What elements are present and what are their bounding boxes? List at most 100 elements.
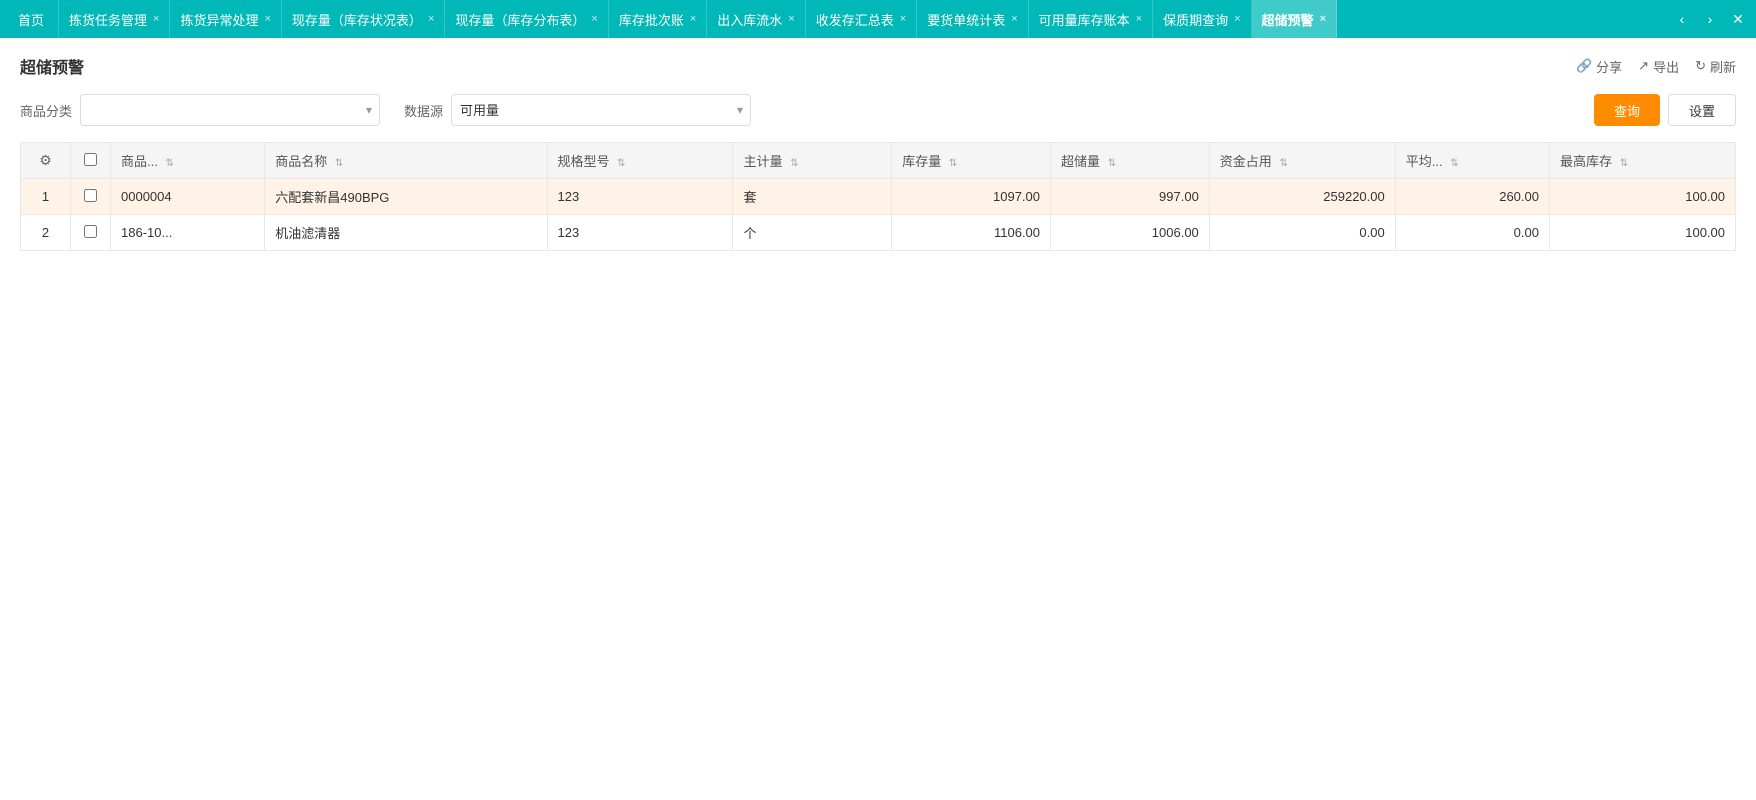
navbar: 首页 拣货任务管理 × 拣货异常处理 × 现存量（库存状况表） × 现存量（库存… [0,0,1756,38]
cell-avg: 0.00 [1395,215,1549,251]
th-capital[interactable]: 资金占用 ⇅ [1209,143,1395,179]
export-icon: ↗ [1638,58,1649,74]
close-icon[interactable]: × [428,13,434,25]
gear-icon[interactable]: ⚙ [39,152,52,168]
cell-unit: 个 [733,215,892,251]
close-icon[interactable]: × [153,13,159,25]
th-checkbox [71,143,111,179]
th-product-code[interactable]: 商品... ⇅ [111,143,265,179]
th-gear[interactable]: ⚙ [21,143,71,179]
sort-icon: ⇅ [1279,158,1287,169]
close-icon[interactable]: × [1011,13,1017,25]
sort-icon: ⇅ [1450,158,1458,169]
nav-arrows: ‹ › ✕ [1668,0,1752,38]
cell-overstock: 997.00 [1051,179,1210,215]
close-icon[interactable]: × [1136,13,1142,25]
datasource-select-wrapper: 可用量 库存量 ▾ [451,94,751,126]
th-stock[interactable]: 库存量 ⇅ [892,143,1051,179]
cell-unit: 套 [733,179,892,215]
nav-tab-kylkzb[interactable]: 可用量库存账本 × [1029,0,1153,38]
datasource-select[interactable]: 可用量 库存量 [451,94,751,126]
sort-icon: ⇅ [165,158,173,169]
share-icon: 🔗 [1576,58,1592,74]
cell-max-stock: 100.00 [1549,215,1735,251]
close-icon[interactable]: × [1234,13,1240,25]
filter-actions: 查询 设置 [1594,94,1736,126]
cell-product-name: 机油滤清器 [265,215,547,251]
close-icon[interactable]: × [900,13,906,25]
settings-button[interactable]: 设置 [1668,94,1736,126]
th-product-name[interactable]: 商品名称 ⇅ [265,143,547,179]
page-title: 超储预警 [20,54,84,78]
th-max-stock[interactable]: 最高库存 ⇅ [1549,143,1735,179]
nav-tab-kclp[interactable]: 库存批次账 × [609,0,707,38]
page-title-bar: 超储预警 🔗 分享 ↗ 导出 ↻ 刷新 [20,54,1736,78]
th-unit[interactable]: 主计量 ⇅ [733,143,892,179]
nav-tab-ccyj[interactable]: 超储预警 × [1252,0,1337,38]
th-overstock[interactable]: 超储量 ⇅ [1051,143,1210,179]
title-actions: 🔗 分享 ↗ 导出 ↻ 刷新 [1576,57,1736,76]
category-select[interactable] [80,94,380,126]
sort-icon: ⇅ [335,158,343,169]
sort-icon: ⇅ [949,158,957,169]
share-button[interactable]: 🔗 分享 [1576,57,1622,76]
nav-tab-crlls[interactable]: 出入库流水 × [707,0,805,38]
row-checkbox[interactable] [84,225,97,238]
table-header-row: ⚙ 商品... ⇅ 商品名称 ⇅ 规格型号 ⇅ 主计量 [21,143,1736,179]
sort-icon: ⇅ [1108,158,1116,169]
sort-icon: ⇅ [617,158,625,169]
th-spec[interactable]: 规格型号 ⇅ [547,143,733,179]
cell-max-stock: 100.00 [1549,179,1735,215]
close-icon[interactable]: × [788,13,794,25]
datasource-label: 数据源 [404,101,443,120]
cell-product-name: 六配套新昌490BPG [265,179,547,215]
close-icon[interactable]: × [264,13,270,25]
page-content: 超储预警 🔗 分享 ↗ 导出 ↻ 刷新 商品分类 ▾ [0,38,1756,800]
row-index: 2 [21,215,71,251]
cell-product-code: 0000004 [111,179,265,215]
filter-datasource: 数据源 可用量 库存量 ▾ [404,94,751,126]
cell-overstock: 1006.00 [1051,215,1210,251]
nav-tab-sfahz[interactable]: 收发存汇总表 × [806,0,917,38]
refresh-button[interactable]: ↻ 刷新 [1695,57,1736,76]
close-icon[interactable]: × [591,13,597,25]
cell-product-code: 186-10... [111,215,265,251]
category-label: 商品分类 [20,101,72,120]
nav-next-button[interactable]: › [1696,0,1724,38]
row-checkbox[interactable] [84,189,97,202]
cell-stock: 1097.00 [892,179,1051,215]
close-icon[interactable]: × [690,13,696,25]
export-button[interactable]: ↗ 导出 [1638,57,1679,76]
nav-more-button[interactable]: ✕ [1724,0,1752,38]
refresh-icon: ↻ [1695,58,1706,74]
th-avg[interactable]: 平均... ⇅ [1395,143,1549,179]
nav-prev-button[interactable]: ‹ [1668,0,1696,38]
nav-tab-xckbf[interactable]: 现存量（库存分布表） × [445,0,608,38]
nav-tab-yhdjt[interactable]: 要货单统计表 × [917,0,1028,38]
cell-capital: 259220.00 [1209,179,1395,215]
row-checkbox-cell[interactable] [71,215,111,251]
category-select-wrapper: ▾ [80,94,380,126]
cell-capital: 0.00 [1209,215,1395,251]
cell-stock: 1106.00 [892,215,1051,251]
table-row: 2 186-10... 机油滤清器 123 个 1106.00 1006.00 … [21,215,1736,251]
select-all-checkbox[interactable] [84,153,97,166]
cell-avg: 260.00 [1395,179,1549,215]
cell-spec: 123 [547,179,733,215]
data-table: ⚙ 商品... ⇅ 商品名称 ⇅ 规格型号 ⇅ 主计量 [20,142,1736,251]
nav-tab-bzcx[interactable]: 保质期查询 × [1153,0,1251,38]
filter-category: 商品分类 ▾ [20,94,380,126]
sort-icon: ⇅ [1620,158,1628,169]
nav-tab-ljyc[interactable]: 拣货异常处理 × [170,0,281,38]
close-icon[interactable]: × [1320,13,1326,25]
query-button[interactable]: 查询 [1594,94,1660,126]
nav-home[interactable]: 首页 [4,0,59,38]
nav-tab-xclkcz[interactable]: 现存量（库存状况表） × [282,0,445,38]
row-index: 1 [21,179,71,215]
row-checkbox-cell[interactable] [71,179,111,215]
table-row: 1 0000004 六配套新昌490BPG 123 套 1097.00 997.… [21,179,1736,215]
filter-row: 商品分类 ▾ 数据源 可用量 库存量 ▾ 查询 设置 [20,94,1736,126]
nav-tab-lhgl[interactable]: 拣货任务管理 × [59,0,170,38]
cell-spec: 123 [547,215,733,251]
sort-icon: ⇅ [790,158,798,169]
